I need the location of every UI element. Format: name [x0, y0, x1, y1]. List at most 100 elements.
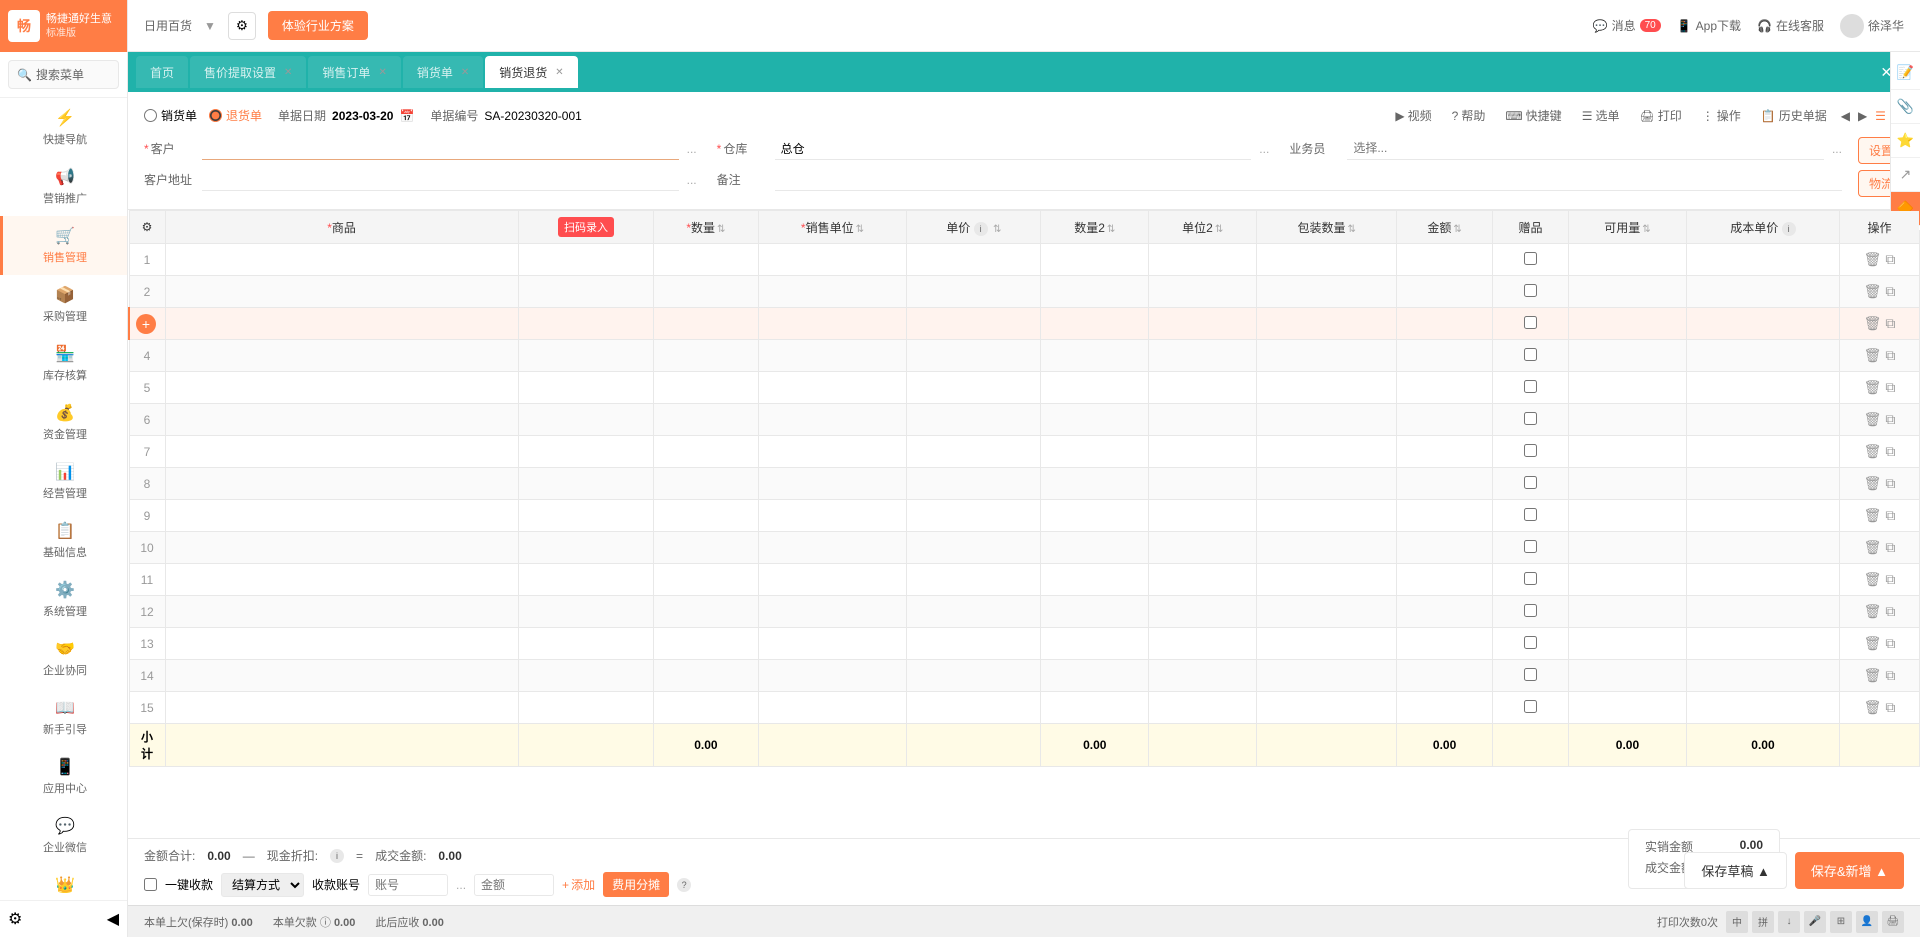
gift-checkbox[interactable]	[1524, 700, 1537, 713]
sidebar-item-wechat[interactable]: 💬 企业微信	[0, 806, 127, 865]
right-sidebar-share[interactable]: ↗	[1891, 158, 1920, 192]
add-row-button[interactable]: +	[136, 314, 156, 334]
tab-sale-order[interactable]: 销售订单 ✕	[308, 56, 400, 88]
warehouse-input[interactable]	[775, 137, 1252, 160]
delete-row-button[interactable]: 🗑	[1862, 665, 1884, 686]
online-service-button[interactable]: 🎧 在线客服	[1757, 17, 1824, 34]
customer-input[interactable]	[202, 137, 679, 160]
delete-row-button[interactable]: 🗑	[1862, 441, 1884, 462]
address-select-dots[interactable]: ...	[687, 173, 697, 187]
copy-row-button[interactable]: ⧉	[1883, 281, 1897, 302]
tool-print[interactable]: 🖨	[1882, 911, 1904, 933]
gift-cell[interactable]	[1492, 628, 1568, 660]
product-input[interactable]	[172, 316, 512, 331]
tab-close-sale-order[interactable]: ✕	[378, 67, 386, 78]
sidebar-item-finance[interactable]: 💰 资金管理	[0, 393, 127, 452]
th-available[interactable]: 可用量	[1569, 211, 1687, 244]
gift-cell[interactable]	[1492, 596, 1568, 628]
sidebar-item-system[interactable]: ⚙️ 系统管理	[0, 570, 127, 629]
operate-button[interactable]: ⋮ 操作	[1696, 104, 1747, 127]
copy-row-button[interactable]: ⧉	[1883, 665, 1897, 686]
th-sales-unit[interactable]: *销售单位	[758, 211, 907, 244]
delete-row-button[interactable]: 🗑	[1862, 377, 1884, 398]
gift-checkbox[interactable]	[1524, 316, 1537, 329]
delete-row-button[interactable]: 🗑	[1862, 601, 1884, 622]
sidebar-item-operation[interactable]: 📊 经营管理	[0, 452, 127, 511]
salesperson-select-dots[interactable]: ...	[1832, 142, 1842, 156]
product-cell[interactable]	[165, 308, 518, 340]
unit-price-info-icon[interactable]: i	[974, 222, 988, 236]
gift-checkbox[interactable]	[1524, 348, 1537, 361]
delete-row-button[interactable]: 🗑	[1862, 569, 1884, 590]
sidebar-settings-icon[interactable]: ⚙	[8, 909, 22, 929]
gift-checkbox[interactable]	[1524, 540, 1537, 553]
save-draft-button[interactable]: 保存草稿 ▲	[1684, 852, 1787, 889]
gift-checkbox[interactable]	[1524, 668, 1537, 681]
copy-row-button[interactable]: ⧉	[1883, 473, 1897, 494]
payment-method-select[interactable]: 结算方式	[221, 873, 304, 897]
one-key-payment-checkbox[interactable]	[144, 878, 157, 891]
radio-sale-return[interactable]: 退货单	[209, 107, 262, 124]
gift-checkbox[interactable]	[1524, 636, 1537, 649]
copy-row-button[interactable]: ⧉	[1883, 441, 1897, 462]
gift-cell[interactable]	[1492, 340, 1568, 372]
right-sidebar-star[interactable]: ⭐	[1891, 124, 1920, 158]
delete-row-button[interactable]: 🗑	[1862, 409, 1884, 430]
right-sidebar-notes[interactable]: 📝	[1891, 56, 1920, 90]
help-button[interactable]: ? 帮助	[1446, 104, 1492, 127]
search-menu-button[interactable]: 🔍 搜索菜单	[8, 60, 119, 89]
gift-checkbox[interactable]	[1524, 444, 1537, 457]
tab-sale-goods[interactable]: 销货单 ✕	[403, 56, 483, 88]
sidebar-item-sales[interactable]: 🛒 销售管理	[0, 216, 127, 275]
add-payment-button[interactable]: + 添加	[562, 876, 595, 893]
gift-cell[interactable]	[1492, 660, 1568, 692]
tab-sale-price[interactable]: 售价提取设置 ✕	[190, 56, 306, 88]
gift-cell[interactable]	[1492, 436, 1568, 468]
gift-checkbox[interactable]	[1524, 476, 1537, 489]
salesperson-input[interactable]	[1347, 137, 1824, 160]
payment-amount-input[interactable]	[474, 874, 554, 896]
th-unit2[interactable]: 单位2	[1149, 211, 1257, 244]
fees-help-icon[interactable]: ?	[677, 878, 691, 892]
copy-row-button[interactable]: ⧉	[1883, 249, 1897, 270]
gift-checkbox[interactable]	[1524, 252, 1537, 265]
tab-sale-return[interactable]: 销货退货 ✕	[485, 56, 577, 88]
account-number-input[interactable]	[368, 874, 448, 896]
tool-grid[interactable]: ⊞	[1830, 911, 1852, 933]
sidebar-collapse-icon[interactable]: ◀	[107, 909, 119, 929]
gift-checkbox[interactable]	[1524, 284, 1537, 297]
th-quantity2[interactable]: 数量2	[1041, 211, 1149, 244]
cost-price-info-icon[interactable]: i	[1782, 222, 1796, 236]
gift-cell[interactable]	[1492, 372, 1568, 404]
delete-row-button[interactable]: 🗑	[1862, 281, 1884, 302]
gift-cell[interactable]	[1492, 404, 1568, 436]
th-settings[interactable]: ⚙	[129, 211, 165, 244]
sidebar-item-guide[interactable]: 📖 新手引导	[0, 688, 127, 747]
video-button[interactable]: ▶ 视频	[1389, 104, 1437, 127]
tab-home[interactable]: 首页	[136, 56, 188, 88]
copy-row-button[interactable]: ⧉	[1883, 697, 1897, 718]
sidebar-item-quicknav[interactable]: ⚡ 快捷导航	[0, 98, 127, 157]
topbar-nav-label[interactable]: 日用百货	[144, 17, 192, 34]
tool-mic[interactable]: 🎤	[1804, 911, 1826, 933]
copy-row-button[interactable]: ⧉	[1883, 537, 1897, 558]
delete-row-button[interactable]: 🗑	[1862, 537, 1884, 558]
delete-row-button[interactable]: 🗑	[1862, 473, 1884, 494]
gift-checkbox[interactable]	[1524, 412, 1537, 425]
gift-cell[interactable]	[1492, 532, 1568, 564]
right-sidebar-attach[interactable]: 📎	[1891, 90, 1920, 124]
th-quantity[interactable]: *数量	[654, 211, 758, 244]
experience-button[interactable]: 体验行业方案	[268, 11, 368, 40]
copy-row-button[interactable]: ⧉	[1883, 569, 1897, 590]
account-dots[interactable]: ...	[456, 878, 466, 892]
radio-sale-goods-input[interactable]	[144, 109, 157, 122]
tool-zh[interactable]: 中	[1726, 911, 1748, 933]
tab-close-sale-price[interactable]: ✕	[284, 67, 292, 78]
radio-sale-return-input[interactable]	[209, 109, 222, 122]
th-package-qty[interactable]: 包装数量	[1257, 211, 1397, 244]
tool-pinyin[interactable]: 拼	[1752, 911, 1774, 933]
list-view-icon[interactable]: ☰	[1875, 109, 1886, 123]
draft-dropdown-icon[interactable]: ▲	[1757, 864, 1770, 879]
save-new-button[interactable]: 保存&新增 ▲	[1795, 852, 1904, 889]
gift-checkbox[interactable]	[1524, 508, 1537, 521]
